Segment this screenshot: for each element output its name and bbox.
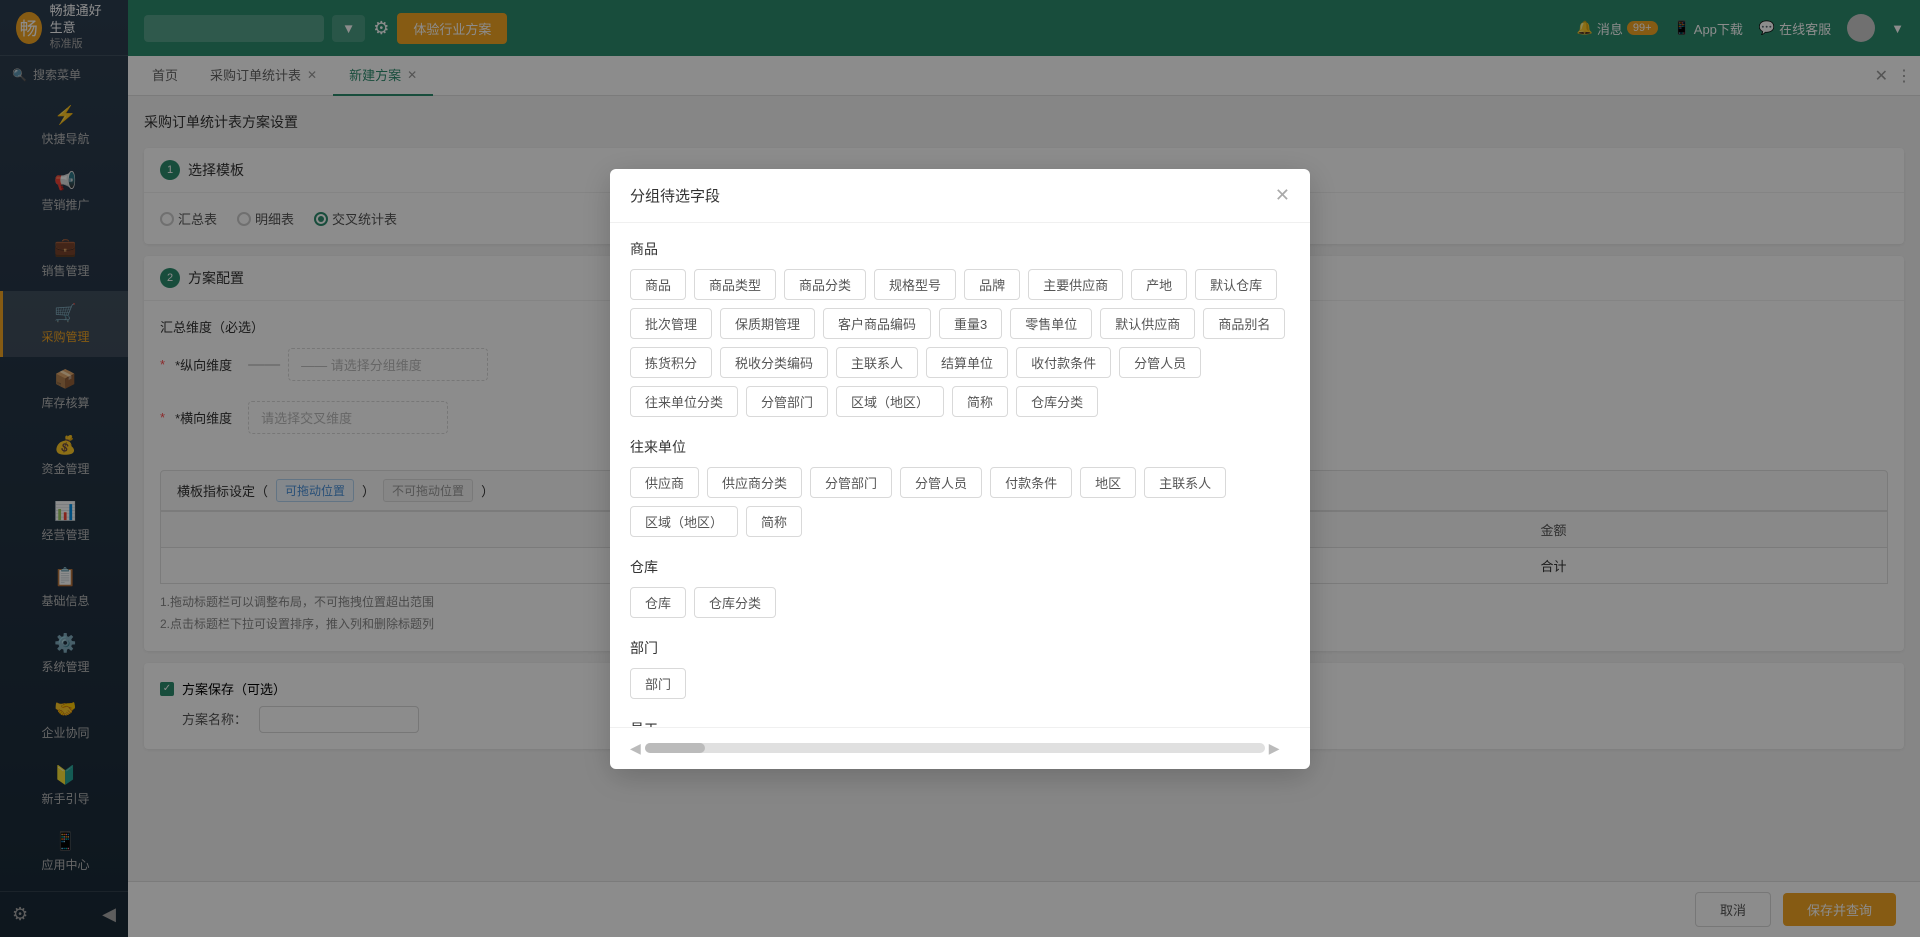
field-tag-partner-main-contact[interactable]: 主联系人 <box>1144 467 1226 498</box>
field-tag-main-supplier[interactable]: 主要供应商 <box>1028 269 1123 300</box>
field-tag-supplier[interactable]: 供应商 <box>630 467 699 498</box>
partner-field-tags: 供应商 供应商分类 分管部门 分管人员 付款条件 地区 主联系人 区域（地区） … <box>630 467 1290 537</box>
field-tag-wh[interactable]: 仓库 <box>630 587 686 618</box>
field-tag-partner-dept[interactable]: 分管部门 <box>810 467 892 498</box>
department-group-title: 部门 <box>630 638 1290 658</box>
field-tag-payment-terms[interactable]: 收付款条件 <box>1016 347 1111 378</box>
scroll-left-icon[interactable]: ◀ <box>630 740 641 757</box>
field-tag-abbr[interactable]: 简称 <box>952 386 1008 417</box>
modal-body: 商品 商品 商品类型 商品分类 规格型号 品牌 主要供应商 产地 默认仓库 批次… <box>610 223 1310 727</box>
department-field-tags: 部门 <box>630 668 1290 699</box>
field-tag-origin[interactable]: 产地 <box>1131 269 1187 300</box>
field-group-partner: 往来单位 供应商 供应商分类 分管部门 分管人员 付款条件 地区 主联系人 区域… <box>630 437 1290 537</box>
modal-title: 分组待选字段 <box>630 185 720 206</box>
field-tag-weight3[interactable]: 重量3 <box>939 308 1002 339</box>
field-tag-supervisor[interactable]: 分管人员 <box>1119 347 1201 378</box>
field-tag-brand[interactable]: 品牌 <box>964 269 1020 300</box>
partner-group-title: 往来单位 <box>630 437 1290 457</box>
modal-overlay: 分组待选字段 ✕ 商品 商品 商品类型 商品分类 规格型号 品牌 主要供应商 产… <box>0 0 1920 937</box>
field-tag-region[interactable]: 区域（地区） <box>836 386 944 417</box>
scroll-right-icon[interactable]: ▶ <box>1269 740 1280 757</box>
field-tag-default-warehouse[interactable]: 默认仓库 <box>1195 269 1277 300</box>
field-tag-partner-region[interactable]: 区域（地区） <box>630 506 738 537</box>
field-tag-batch-mgmt[interactable]: 批次管理 <box>630 308 712 339</box>
field-tag-product-alias[interactable]: 商品别名 <box>1203 308 1285 339</box>
scroll-track[interactable] <box>645 743 1265 753</box>
modal-dialog: 分组待选字段 ✕ 商品 商品 商品类型 商品分类 规格型号 品牌 主要供应商 产… <box>610 169 1310 769</box>
field-tag-main-contact[interactable]: 主联系人 <box>836 347 918 378</box>
employee-group-title: 员工 <box>630 719 1290 727</box>
field-group-product: 商品 商品 商品类型 商品分类 规格型号 品牌 主要供应商 产地 默认仓库 批次… <box>630 239 1290 417</box>
field-tag-retail-unit[interactable]: 零售单位 <box>1010 308 1092 339</box>
field-tag-partner-supervisor[interactable]: 分管人员 <box>900 467 982 498</box>
modal-scrollbar-footer: ◀ ▶ <box>610 727 1310 769</box>
field-tag-pick-points[interactable]: 拣货积分 <box>630 347 712 378</box>
field-tag-settlement-unit[interactable]: 结算单位 <box>926 347 1008 378</box>
field-tag-supplier-category[interactable]: 供应商分类 <box>707 467 802 498</box>
modal-hscroll: ◀ ▶ <box>630 740 1280 757</box>
field-tag-payment-condition[interactable]: 付款条件 <box>990 467 1072 498</box>
field-group-employee: 员工 业务员 <box>630 719 1290 727</box>
field-group-department: 部门 部门 <box>630 638 1290 699</box>
field-tag-expiry-mgmt[interactable]: 保质期管理 <box>720 308 815 339</box>
field-tag-product-category[interactable]: 商品分类 <box>784 269 866 300</box>
scroll-thumb <box>645 743 705 753</box>
field-tag-spec-model[interactable]: 规格型号 <box>874 269 956 300</box>
field-tag-tax-code[interactable]: 税收分类编码 <box>720 347 828 378</box>
modal-close-button[interactable]: ✕ <box>1275 185 1290 206</box>
field-tag-area[interactable]: 地区 <box>1080 467 1136 498</box>
product-group-title: 商品 <box>630 239 1290 259</box>
modal-header: 分组待选字段 ✕ <box>610 169 1310 223</box>
field-tag-wh-category[interactable]: 仓库分类 <box>694 587 776 618</box>
field-tag-warehouse-category[interactable]: 仓库分类 <box>1016 386 1098 417</box>
field-tag-product-type[interactable]: 商品类型 <box>694 269 776 300</box>
field-tag-dept[interactable]: 分管部门 <box>746 386 828 417</box>
field-tag-customer-code[interactable]: 客户商品编码 <box>823 308 931 339</box>
field-tag-department[interactable]: 部门 <box>630 668 686 699</box>
field-tag-default-supplier[interactable]: 默认供应商 <box>1100 308 1195 339</box>
product-field-tags: 商品 商品类型 商品分类 规格型号 品牌 主要供应商 产地 默认仓库 批次管理 … <box>630 269 1290 417</box>
warehouse-field-tags: 仓库 仓库分类 <box>630 587 1290 618</box>
field-tag-partner-abbr[interactable]: 简称 <box>746 506 802 537</box>
field-tag-product[interactable]: 商品 <box>630 269 686 300</box>
field-tag-partner-category[interactable]: 往来单位分类 <box>630 386 738 417</box>
warehouse-group-title: 仓库 <box>630 557 1290 577</box>
field-group-warehouse: 仓库 仓库 仓库分类 <box>630 557 1290 618</box>
